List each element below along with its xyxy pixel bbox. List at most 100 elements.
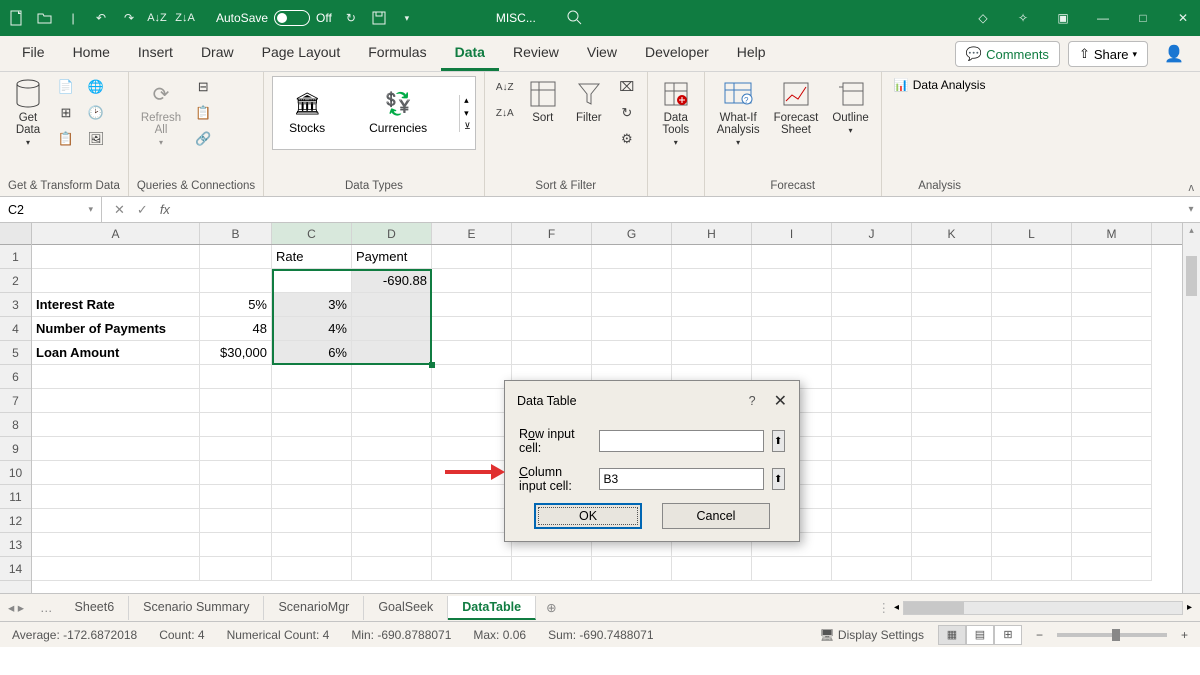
- cell-E11[interactable]: [432, 485, 512, 509]
- cell-J14[interactable]: [832, 557, 912, 581]
- row-header-7[interactable]: 7: [0, 389, 31, 413]
- cell-M11[interactable]: [1072, 485, 1152, 509]
- cell-G5[interactable]: [592, 341, 672, 365]
- scroll-up-icon[interactable]: ▴: [1183, 223, 1200, 238]
- sort-button[interactable]: Sort: [523, 76, 563, 126]
- col-header-J[interactable]: J: [832, 223, 912, 244]
- cell-I3[interactable]: [752, 293, 832, 317]
- cell-J2[interactable]: [832, 269, 912, 293]
- row-header-13[interactable]: 13: [0, 533, 31, 557]
- col-header-B[interactable]: B: [200, 223, 272, 244]
- cell-A7[interactable]: [32, 389, 200, 413]
- tab-file[interactable]: File: [8, 36, 59, 71]
- row-header-1[interactable]: 1: [0, 245, 31, 269]
- cell-M7[interactable]: [1072, 389, 1152, 413]
- cell-E4[interactable]: [432, 317, 512, 341]
- cell-C7[interactable]: [272, 389, 352, 413]
- cell-K3[interactable]: [912, 293, 992, 317]
- cell-I5[interactable]: [752, 341, 832, 365]
- tab-insert[interactable]: Insert: [124, 36, 187, 71]
- row-header-4[interactable]: 4: [0, 317, 31, 341]
- cell-D12[interactable]: [352, 509, 432, 533]
- cell-C2[interactable]: [272, 269, 352, 293]
- minimize-icon[interactable]: —: [1094, 9, 1112, 27]
- scroll-thumb[interactable]: [1186, 256, 1197, 296]
- cell-K13[interactable]: [912, 533, 992, 557]
- cell-K1[interactable]: [912, 245, 992, 269]
- tab-review[interactable]: Review: [499, 36, 573, 71]
- cell-B5[interactable]: $30,000: [200, 341, 272, 365]
- row-header-2[interactable]: 2: [0, 269, 31, 293]
- cell-J7[interactable]: [832, 389, 912, 413]
- save-icon[interactable]: [370, 9, 388, 27]
- tab-draw[interactable]: Draw: [187, 36, 248, 71]
- cell-L3[interactable]: [992, 293, 1072, 317]
- sheet-tab-goalseek[interactable]: GoalSeek: [364, 596, 448, 620]
- tab-home[interactable]: Home: [59, 36, 124, 71]
- cell-K9[interactable]: [912, 437, 992, 461]
- from-table-icon[interactable]: ⊞: [54, 102, 78, 124]
- data-analysis-button[interactable]: 📊 Data Analysis: [890, 76, 990, 94]
- cell-A14[interactable]: [32, 557, 200, 581]
- cell-B9[interactable]: [200, 437, 272, 461]
- range-picker-icon[interactable]: ⬆: [772, 468, 786, 490]
- col-header-E[interactable]: E: [432, 223, 512, 244]
- tab-data[interactable]: Data: [441, 36, 499, 71]
- cell-J13[interactable]: [832, 533, 912, 557]
- advanced-icon[interactable]: ⚙: [615, 128, 639, 150]
- window-icon[interactable]: ▣: [1054, 9, 1072, 27]
- cell-K4[interactable]: [912, 317, 992, 341]
- toggle-switch[interactable]: [274, 10, 310, 26]
- cell-F1[interactable]: [512, 245, 592, 269]
- cell-C3[interactable]: 3%: [272, 293, 352, 317]
- recent-sources-icon[interactable]: 🕑: [84, 102, 108, 124]
- display-settings-button[interactable]: 🖥 Display Settings: [819, 628, 924, 642]
- cell-E12[interactable]: [432, 509, 512, 533]
- cell-F14[interactable]: [512, 557, 592, 581]
- sheet-tab-scenariomgr[interactable]: ScenarioMgr: [264, 596, 364, 620]
- selection-handle[interactable]: [429, 362, 435, 368]
- cell-J1[interactable]: [832, 245, 912, 269]
- cell-I14[interactable]: [752, 557, 832, 581]
- cell-B4[interactable]: 48: [200, 317, 272, 341]
- cell-H5[interactable]: [672, 341, 752, 365]
- cell-C10[interactable]: [272, 461, 352, 485]
- cell-D10[interactable]: [352, 461, 432, 485]
- col-header-F[interactable]: F: [512, 223, 592, 244]
- cell-K5[interactable]: [912, 341, 992, 365]
- cell-C12[interactable]: [272, 509, 352, 533]
- cell-H4[interactable]: [672, 317, 752, 341]
- ok-button[interactable]: OK: [534, 503, 642, 529]
- cell-D4[interactable]: [352, 317, 432, 341]
- cell-E8[interactable]: [432, 413, 512, 437]
- cell-H14[interactable]: [672, 557, 752, 581]
- cell-L5[interactable]: [992, 341, 1072, 365]
- name-box[interactable]: C2 ▾: [0, 197, 102, 222]
- cell-M1[interactable]: [1072, 245, 1152, 269]
- cell-J11[interactable]: [832, 485, 912, 509]
- diamond-icon[interactable]: ◇: [974, 9, 992, 27]
- cell-M5[interactable]: [1072, 341, 1152, 365]
- sheet-tab-sheet6[interactable]: Sheet6: [61, 596, 130, 620]
- more-icon[interactable]: ⊻: [464, 121, 471, 132]
- zoom-thumb[interactable]: [1112, 629, 1120, 641]
- sort-desc-icon[interactable]: Z↓A: [176, 9, 194, 27]
- zoom-slider[interactable]: [1057, 633, 1167, 637]
- cell-M10[interactable]: [1072, 461, 1152, 485]
- cell-M14[interactable]: [1072, 557, 1152, 581]
- col-header-A[interactable]: A: [32, 223, 200, 244]
- col-header-C[interactable]: C: [272, 223, 352, 244]
- cell-M4[interactable]: [1072, 317, 1152, 341]
- cell-H2[interactable]: [672, 269, 752, 293]
- zoom-in-icon[interactable]: +: [1181, 628, 1188, 642]
- cell-C4[interactable]: 4%: [272, 317, 352, 341]
- col-header-I[interactable]: I: [752, 223, 832, 244]
- new-file-icon[interactable]: [8, 9, 26, 27]
- account-icon[interactable]: 👤: [1156, 44, 1192, 64]
- sheet-tab-datatable[interactable]: DataTable: [448, 596, 536, 620]
- scroll-left-icon[interactable]: ◂: [894, 602, 899, 613]
- outline-button[interactable]: Outline ▾: [828, 76, 872, 137]
- row-header-11[interactable]: 11: [0, 485, 31, 509]
- cell-J4[interactable]: [832, 317, 912, 341]
- col-header-G[interactable]: G: [592, 223, 672, 244]
